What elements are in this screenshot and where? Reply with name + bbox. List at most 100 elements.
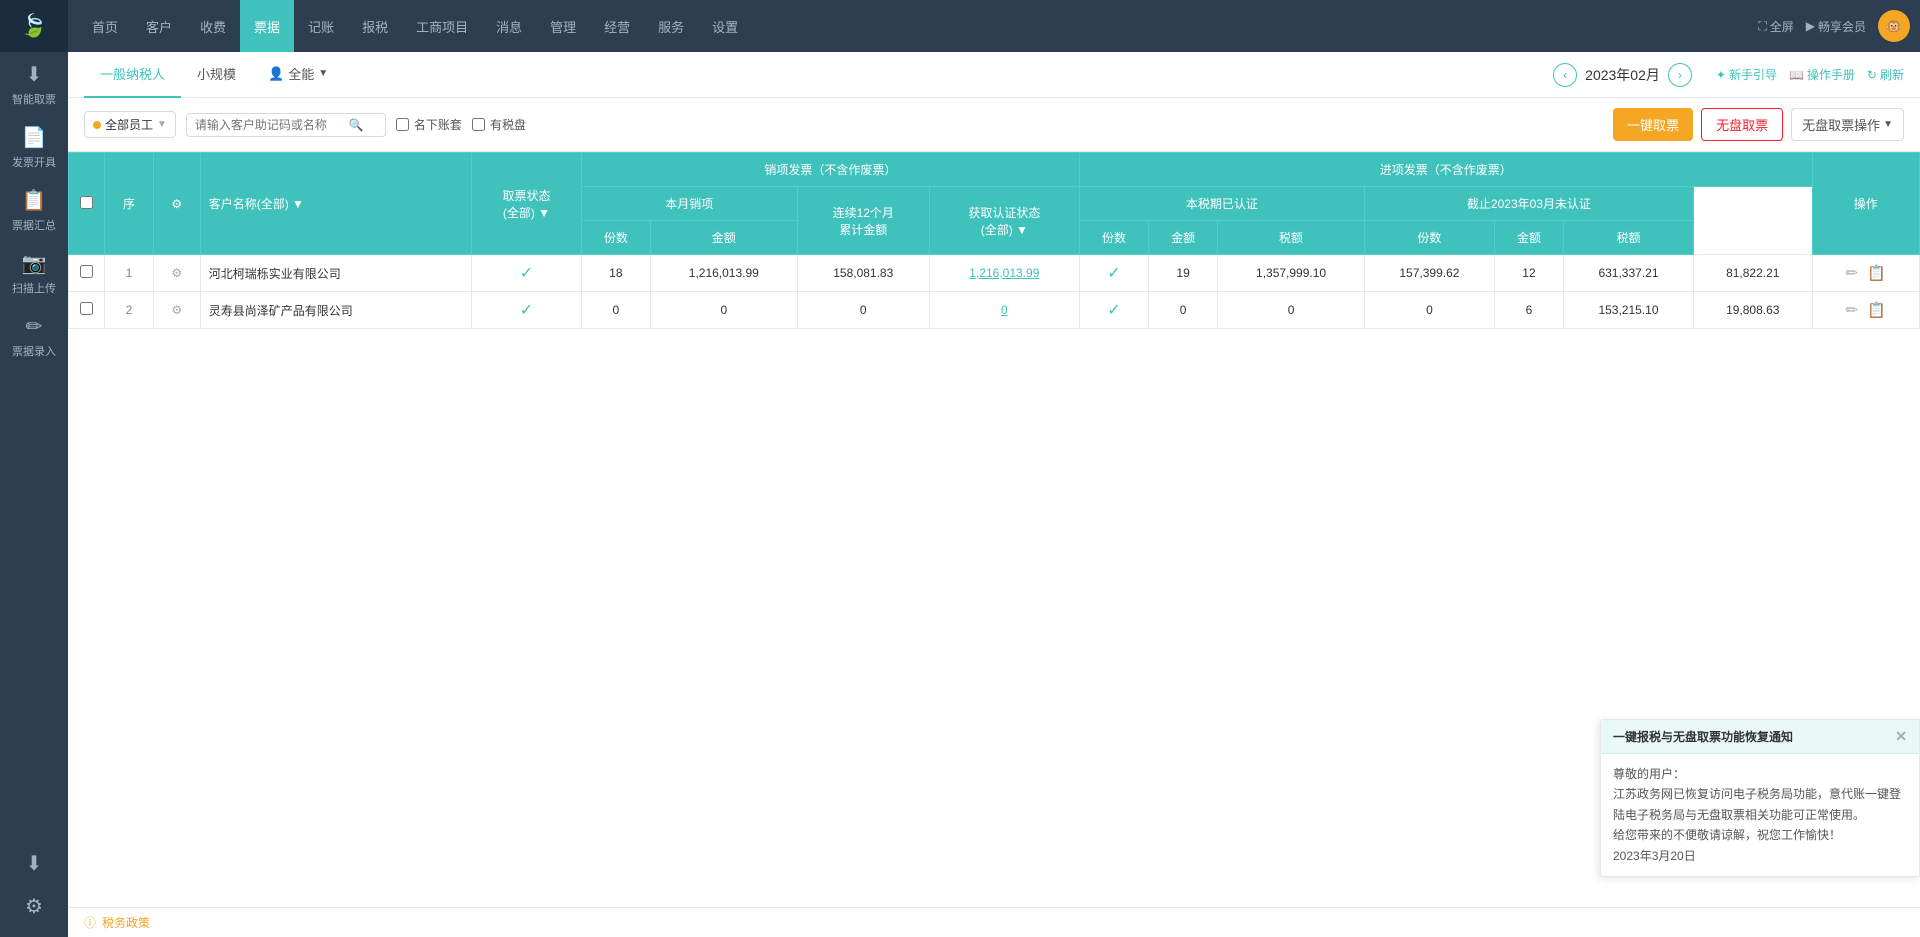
sidebar-item-settings[interactable]: ⚙ [0, 884, 68, 927]
refresh-button[interactable]: ↻ 刷新 [1867, 66, 1904, 83]
col-action-header: 操作 [1812, 153, 1919, 255]
search-input[interactable] [195, 118, 345, 132]
nav-customer[interactable]: 客户 [132, 0, 186, 52]
row2-uncert-amount: 153,215.10 [1564, 292, 1694, 329]
row2-edit-icon[interactable]: ✏ [1846, 302, 1859, 319]
row2-select-checkbox[interactable] [80, 302, 93, 315]
no-disk-fetch-button[interactable]: 无盘取票 [1701, 108, 1783, 141]
col-sales-group-header: 销项发票（不含作废票） [581, 153, 1079, 187]
row1-customer-name: 河北柯瑞栎实业有限公司 [200, 255, 471, 292]
sidebar-item-invoice-open[interactable]: 📄 发票开具 [0, 115, 68, 178]
nav-tax[interactable]: 报税 [348, 0, 402, 52]
sidebar-bottom: ⬇ ⚙ [0, 841, 68, 937]
tab-small-scale[interactable]: 小规模 [181, 52, 252, 98]
tab-general-taxpayer[interactable]: 一般纳税人 [84, 52, 181, 98]
nav-invoice[interactable]: 票据 [240, 0, 294, 52]
invoice-open-icon: 📄 [22, 125, 47, 150]
row2-cert-amount: 0 [1218, 292, 1365, 329]
tab-right-actions: ✦ 新手引导 📖 操作手册 ↻ 刷新 [1716, 66, 1904, 83]
col-cert-tax-header: 税额 [1218, 221, 1365, 255]
notification-text: 尊敬的用户： 江苏政务网已恢复访问电子税务局功能，意代账一键登陆电子税务局与无盘… [1613, 764, 1907, 866]
row2-cumulative[interactable]: 0 [929, 292, 1079, 329]
sidebar-item-label: 扫描上传 [12, 280, 56, 296]
col-uncert-count-header: 份数 [1364, 221, 1494, 255]
topnav-right: ⛶ 全屏 ▶ 畅享会员 🐵 [1758, 10, 1910, 42]
toolbar-right: 一键取票 无盘取票 无盘取票操作 ▼ [1613, 108, 1904, 141]
notification-body: 尊敬的用户： 江苏政务网已恢复访问电子税务局功能，意代账一键登陆电子税务局与无盘… [1601, 754, 1919, 876]
col-checkbox[interactable] [69, 153, 105, 255]
col-cert-status-header: 获取认证状态(全部) ▼ [929, 187, 1079, 255]
account-checkbox[interactable] [396, 118, 409, 131]
row1-cumulative[interactable]: 1,216,013.99 [929, 255, 1079, 292]
row2-check-icon: ✓ [520, 302, 533, 319]
tax-disk-checkbox[interactable] [472, 118, 485, 131]
smart-fetch-icon: ⬇ [26, 62, 43, 87]
account-checkbox-label[interactable]: 名下账套 [396, 116, 462, 133]
notification-close-button[interactable]: ✕ [1895, 728, 1907, 745]
sidebar-item-invoice-summary[interactable]: 📋 票据汇总 [0, 178, 68, 241]
employee-dropdown-icon: ▼ [157, 119, 167, 130]
row2-cert-count: 0 [1149, 292, 1218, 329]
row1-checkbox[interactable] [69, 255, 105, 292]
row1-settings[interactable]: ⚙ [153, 255, 200, 292]
sidebar-item-download[interactable]: ⬇ [0, 841, 68, 884]
manual-icon: 📖 [1789, 68, 1804, 82]
nav-bookkeeping[interactable]: 记账 [294, 0, 348, 52]
row2-copy-icon[interactable]: 📋 [1867, 302, 1886, 319]
row2-checkbox[interactable] [69, 292, 105, 329]
nav-settings-top[interactable]: 设置 [698, 0, 752, 52]
sidebar-item-data-entry[interactable]: ✏ 票据录入 [0, 304, 68, 367]
tax-disk-checkbox-label[interactable]: 有税盘 [472, 116, 526, 133]
employee-select[interactable]: 全部员工 ▼ [84, 111, 176, 138]
row1-copy-icon[interactable]: 📋 [1867, 265, 1886, 282]
row1-cumulative-link[interactable]: 1,216,013.99 [969, 266, 1039, 280]
row1-uncert-amount: 631,337.21 [1564, 255, 1694, 292]
tax-policy-link[interactable]: 税务政策 [102, 914, 150, 931]
col-purchase-group-header: 进项发票（不含作废票） [1079, 153, 1812, 187]
row2-sales-tax: 0 [797, 292, 929, 329]
data-entry-icon: ✏ [26, 314, 43, 339]
search-input-wrap[interactable]: 🔍 [186, 113, 386, 137]
row2-cert-status: ✓ [1079, 292, 1148, 329]
col-settings-header: ⚙ [153, 153, 200, 255]
member-button[interactable]: ▶ 畅享会员 [1806, 18, 1866, 35]
row2-customer-name: 灵寿县尚泽矿产品有限公司 [200, 292, 471, 329]
row1-cert-amount: 1,357,999.10 [1218, 255, 1365, 292]
sidebar-item-label: 智能取票 [12, 91, 56, 107]
fetch-button[interactable]: 一键取票 [1613, 108, 1693, 141]
table-row: 2 ⚙ 灵寿县尚泽矿产品有限公司 ✓ 0 0 0 0 ✓ [69, 292, 1920, 329]
col-fetch-status-header: 取票状态(全部) ▼ [472, 153, 582, 255]
row1-fetch-status: ✓ [472, 255, 582, 292]
row1-edit-icon[interactable]: ✏ [1846, 265, 1859, 282]
select-all-checkbox[interactable] [80, 196, 93, 209]
nav-service[interactable]: 服务 [644, 0, 698, 52]
status-bar: ⓘ 税务政策 [68, 907, 1920, 937]
nav-operation[interactable]: 经营 [590, 0, 644, 52]
row2-cumulative-link[interactable]: 0 [1001, 303, 1008, 317]
row2-settings[interactable]: ⚙ [153, 292, 200, 329]
search-icon: 🔍 [349, 118, 364, 132]
sidebar-item-scan-upload[interactable]: 📷 扫描上传 [0, 241, 68, 304]
scan-upload-icon: 📷 [22, 251, 47, 276]
nav-message[interactable]: 消息 [482, 0, 536, 52]
nav-business[interactable]: 工商项目 [402, 0, 482, 52]
new-guide-button[interactable]: ✦ 新手引导 [1716, 66, 1777, 83]
tab-all[interactable]: 👤 全能 ▼ [252, 52, 344, 98]
prev-month-button[interactable]: ‹ [1553, 63, 1577, 87]
col-uncert-tax-header: 税额 [1564, 221, 1694, 255]
next-month-button[interactable]: › [1668, 63, 1692, 87]
sidebar-item-smart-fetch[interactable]: ⬇ 智能取票 [0, 52, 68, 115]
row1-uncert-tax: 81,822.21 [1693, 255, 1812, 292]
nav-collection[interactable]: 收费 [186, 0, 240, 52]
user-avatar[interactable]: 🐵 [1878, 10, 1910, 42]
refresh-icon: ↻ [1867, 68, 1877, 82]
nav-home[interactable]: 首页 [78, 0, 132, 52]
row1-select-checkbox[interactable] [80, 265, 93, 278]
row2-num: 2 [105, 292, 154, 329]
manual-button[interactable]: 📖 操作手册 [1789, 66, 1855, 83]
date-nav: ‹ 2023年02月 › [1553, 63, 1692, 87]
no-disk-more-button[interactable]: 无盘取票操作 ▼ [1791, 108, 1904, 141]
fullscreen-button[interactable]: ⛶ 全屏 [1758, 18, 1793, 35]
col-sales-count-header: 份数 [581, 221, 650, 255]
nav-management[interactable]: 管理 [536, 0, 590, 52]
